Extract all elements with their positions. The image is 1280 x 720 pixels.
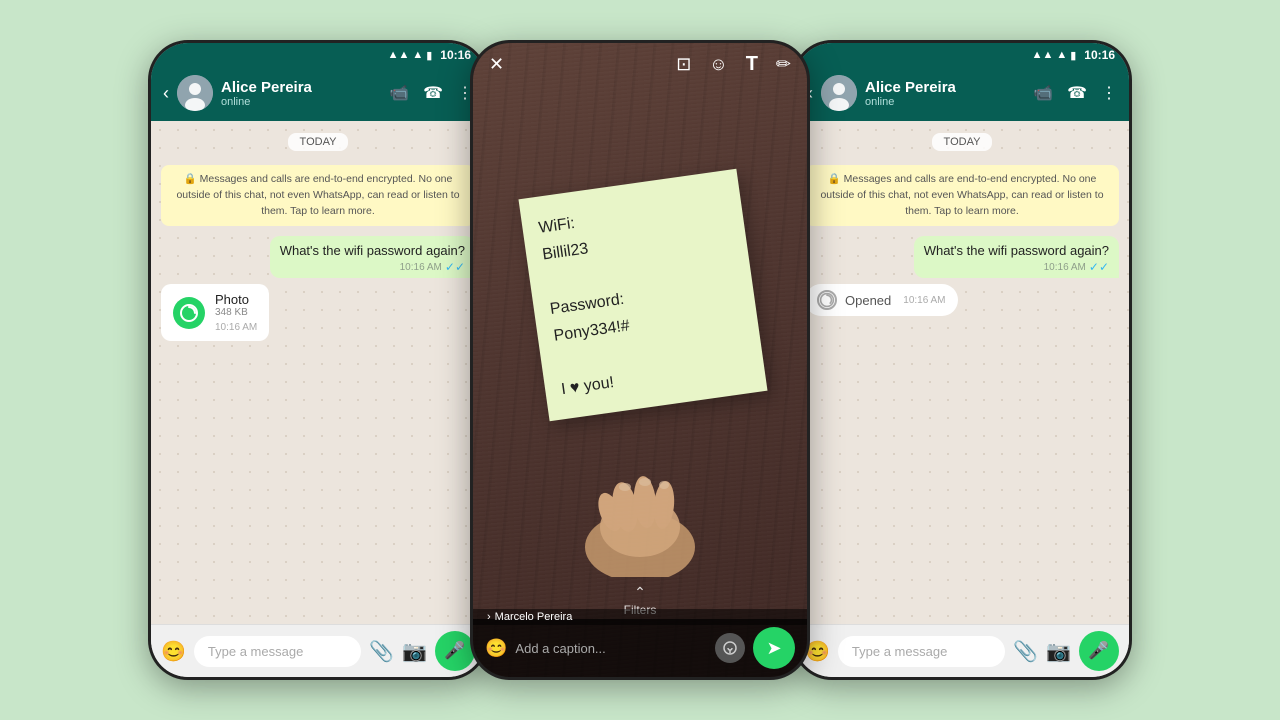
left-sent-text: What's the wifi password again?: [280, 243, 465, 258]
editor-close-icon[interactable]: ✕: [489, 54, 504, 75]
right-phone-screen: ▲▲ ▲ ▮ 10:16 ‹ Alice Pereira: [795, 43, 1129, 677]
filters-chevron-icon: ⌃: [473, 584, 807, 601]
right-sent-time: 10:16 AM ✓✓: [924, 260, 1109, 274]
right-attach-icon[interactable]: 📎: [1013, 639, 1038, 664]
right-status-time: 10:16: [1084, 48, 1115, 62]
opened-label: Opened: [845, 293, 891, 308]
right-chat-header: ‹ Alice Pereira online 📹 ☎ ⋮: [795, 65, 1129, 121]
right-more-icon[interactable]: ⋮: [1101, 83, 1117, 103]
wifi-icon: ▲: [412, 49, 423, 61]
editor-tool-icons: ⊡ ☺ T ✏: [676, 53, 791, 76]
right-contact-avatar: [821, 75, 857, 111]
left-phone-screen: ▲▲ ▲ ▮ 10:16 ‹ Alice Pereira: [151, 43, 485, 677]
right-contact-name: Alice Pereira: [865, 79, 1025, 96]
photo-time: 10:16 AM: [215, 322, 257, 333]
right-message-input[interactable]: Type a message: [838, 636, 1005, 667]
left-sent-message: What's the wifi password again? 10:16 AM…: [270, 236, 475, 278]
left-chat-header: ‹ Alice Pereira online 📹 ☎ ⋮: [151, 65, 485, 121]
right-signal-icon: ▲▲: [1032, 49, 1054, 61]
left-phone-wrapper: ▲▲ ▲ ▮ 10:16 ‹ Alice Pereira: [148, 40, 488, 680]
right-status-icons: ▲▲ ▲ ▮: [1032, 49, 1077, 62]
opened-time: 10:16 AM: [903, 295, 945, 306]
left-contact-avatar: [177, 75, 213, 111]
left-photo-bubble[interactable]: Photo 348 KB 10:16 AM: [161, 284, 269, 341]
editor-topbar: ✕ ⊡ ☺ T ✏: [473, 43, 807, 82]
left-phone-call-icon[interactable]: ☎: [423, 83, 443, 103]
sticky-note: WiFi: Billil23 Password: Pony334!# I ♥ y…: [518, 169, 767, 422]
recipient-chevron: ›: [487, 611, 491, 623]
right-double-tick-icon: ✓✓: [1089, 260, 1109, 274]
left-contact-status: online: [221, 96, 381, 108]
sticky-line5: I ♥ you!: [560, 374, 615, 398]
middle-phone: ✕ ⊡ ☺ T ✏ WiFi: Billil23 Password: Pony3…: [470, 40, 810, 680]
sticky-note-area: WiFi: Billil23 Password: Pony334!# I ♥ y…: [533, 183, 787, 407]
editor-crop-icon[interactable]: ⊡: [676, 54, 691, 75]
right-sent-message: What's the wifi password again? 10:16 AM…: [914, 236, 1119, 278]
photo-bubble-info: Photo 348 KB 10:16 AM: [215, 292, 257, 333]
right-contact-info: Alice Pereira online: [865, 79, 1025, 108]
caption-emoji-icon[interactable]: 😊: [485, 638, 507, 659]
right-phone-wrapper: ▲▲ ▲ ▮ 10:16 ‹ Alice Pereira: [792, 40, 1132, 680]
voice-toggle-button[interactable]: [715, 633, 745, 663]
opened-badge: Opened 10:16 AM: [805, 284, 958, 316]
left-contact-info: Alice Pereira online: [221, 79, 381, 108]
send-button[interactable]: ➤: [753, 627, 795, 669]
editor-emoji-icon[interactable]: ☺: [709, 54, 727, 75]
recipient-bar[interactable]: › Marcelo Pereira: [473, 609, 807, 625]
right-mic-button[interactable]: 🎤: [1079, 631, 1119, 671]
sticky-line1: WiFi:: [538, 215, 576, 237]
hand-area: [473, 417, 807, 577]
battery-icon: ▮: [426, 49, 432, 62]
middle-phone-wrapper: ✕ ⊡ ☺ T ✏ WiFi: Billil23 Password: Pony3…: [470, 40, 810, 680]
left-mic-button[interactable]: 🎤: [435, 631, 475, 671]
right-status-bar: ▲▲ ▲ ▮ 10:16: [795, 43, 1129, 65]
right-phone-call-icon[interactable]: ☎: [1067, 83, 1087, 103]
left-back-button[interactable]: ‹: [163, 83, 169, 104]
left-header-icons: 📹 ☎ ⋮: [389, 83, 473, 103]
left-status-bar: ▲▲ ▲ ▮ 10:16: [151, 43, 485, 65]
sticky-line4: Pony334!#: [553, 317, 631, 344]
photo-loading-icon: [173, 297, 205, 329]
editor-bottombar: 😊 Add a caption... ➤: [473, 619, 807, 677]
photo-label: Photo: [215, 292, 257, 307]
left-date-badge: TODAY: [288, 133, 349, 151]
sticky-line3: Password:: [549, 290, 625, 317]
photo-editor-screen: ✕ ⊡ ☺ T ✏ WiFi: Billil23 Password: Pony3…: [473, 43, 807, 677]
right-battery-icon: ▮: [1070, 49, 1076, 62]
right-date-badge: TODAY: [932, 133, 993, 151]
left-attach-icon[interactable]: 📎: [369, 639, 394, 664]
left-status-time: 10:16: [440, 48, 471, 62]
right-header-icons: 📹 ☎ ⋮: [1033, 83, 1117, 103]
editor-draw-icon[interactable]: ✏: [776, 54, 791, 75]
left-encryption-notice[interactable]: 🔒 Messages and calls are end-to-end encr…: [161, 165, 475, 226]
left-emoji-icon[interactable]: 😊: [161, 639, 186, 664]
opened-spinner-icon: [817, 290, 837, 310]
right-wifi-icon: ▲: [1056, 49, 1067, 61]
right-encryption-notice[interactable]: 🔒 Messages and calls are end-to-end encr…: [805, 165, 1119, 226]
right-camera-icon[interactable]: 📷: [1046, 639, 1071, 664]
right-sent-text: What's the wifi password again?: [924, 243, 1109, 258]
left-double-tick-icon: ✓✓: [445, 260, 465, 274]
signal-icon: ▲▲: [388, 49, 410, 61]
left-video-call-icon[interactable]: 📹: [389, 83, 409, 103]
right-phone: ▲▲ ▲ ▮ 10:16 ‹ Alice Pereira: [792, 40, 1132, 680]
photo-size: 348 KB: [215, 307, 257, 318]
left-chat-bottom: 😊 Type a message 📎 📷 🎤: [151, 624, 485, 677]
left-status-icons: ▲▲ ▲ ▮: [388, 49, 433, 62]
right-video-call-icon[interactable]: 📹: [1033, 83, 1053, 103]
left-sent-time: 10:16 AM ✓✓: [280, 260, 465, 274]
hand-svg: [540, 417, 740, 577]
editor-text-icon[interactable]: T: [746, 53, 758, 76]
recipient-name: Marcelo Pereira: [495, 611, 573, 623]
caption-input[interactable]: Add a caption...: [515, 641, 707, 656]
left-message-input[interactable]: Type a message: [194, 636, 361, 667]
right-chat-body: TODAY 🔒 Messages and calls are end-to-en…: [795, 121, 1129, 624]
right-chat-bottom: 😊 Type a message 📎 📷 🎤: [795, 624, 1129, 677]
left-contact-name: Alice Pereira: [221, 79, 381, 96]
sticky-line2: Billil23: [541, 240, 589, 263]
right-contact-status: online: [865, 96, 1025, 108]
left-camera-icon[interactable]: 📷: [402, 639, 427, 664]
left-phone: ▲▲ ▲ ▮ 10:16 ‹ Alice Pereira: [148, 40, 488, 680]
left-chat-body: TODAY 🔒 Messages and calls are end-to-en…: [151, 121, 485, 624]
